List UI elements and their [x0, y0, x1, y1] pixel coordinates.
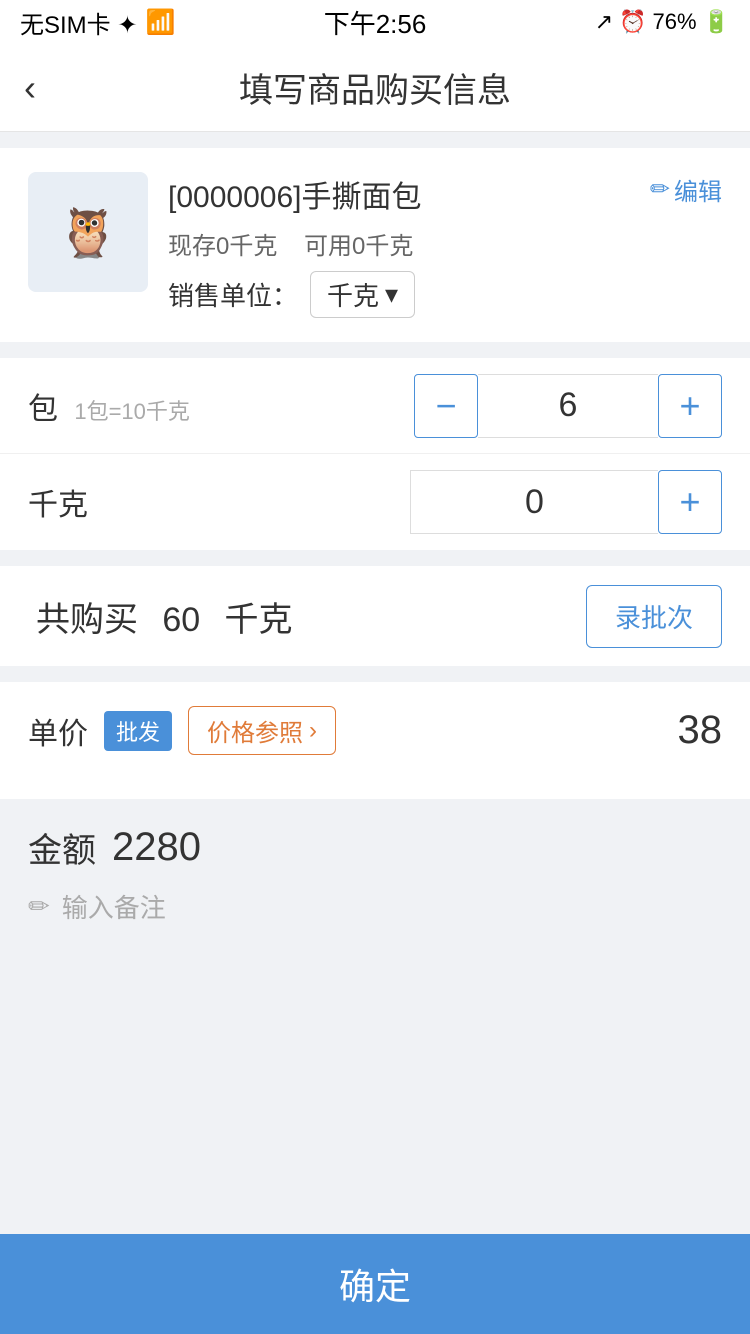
- product-name: [0000006]手撕面包: [168, 172, 722, 216]
- confirm-button-label: 确定: [339, 1258, 411, 1310]
- kg-stepper: +: [410, 470, 722, 534]
- bao-label: 包 1包=10千克: [28, 384, 228, 428]
- status-time: 下午2:56: [324, 4, 427, 41]
- product-unit-row: 销售单位： 千克 ▾: [168, 271, 722, 318]
- battery-icon: 🔋: [703, 9, 730, 35]
- bao-stepper: − +: [414, 374, 722, 438]
- price-label: 单价: [28, 709, 88, 753]
- kg-plus-button[interactable]: +: [658, 470, 722, 534]
- status-right: ↗ ⏰ 76% 🔋: [595, 9, 730, 35]
- summary-text: 共购买 60 千克: [28, 592, 301, 641]
- back-button[interactable]: ‹: [24, 67, 36, 109]
- remark-placeholder: 输入备注: [62, 888, 166, 925]
- nav-bar: ‹ 填写商品购买信息: [0, 44, 750, 132]
- page-title: 填写商品购买信息: [239, 63, 511, 112]
- carrier-text: 无SIM卡 ✦: [20, 5, 137, 40]
- pencil-icon: ✏: [28, 891, 50, 922]
- product-stock: 现存0千克 可用0千克: [168, 226, 722, 261]
- kg-input-row: 千克 +: [0, 454, 750, 550]
- bao-minus-button[interactable]: −: [414, 374, 478, 438]
- price-section: 单价 批发 价格参照 › 38: [0, 682, 750, 799]
- amount-row: 金额 2280: [28, 823, 722, 872]
- summary-section: 共购买 60 千克 录批次: [0, 566, 750, 666]
- bao-input-row: 包 1包=10千克 − +: [0, 358, 750, 454]
- bao-quantity-input[interactable]: [478, 374, 658, 438]
- price-ref-arrow-icon: ›: [309, 717, 317, 745]
- unit-selector[interactable]: 千克 ▾: [310, 271, 415, 318]
- alarm-icon: ⏰: [619, 9, 646, 35]
- edit-button[interactable]: ✏ 编辑: [650, 172, 722, 207]
- battery-text: 76%: [653, 9, 697, 35]
- amount-value: 2280: [112, 825, 201, 870]
- edit-icon: ✏: [650, 175, 670, 204]
- input-section: 包 1包=10千克 − + 千克 +: [0, 358, 750, 550]
- wifi-icon: 📶: [145, 8, 175, 37]
- product-card: 🦉 [0000006]手撕面包 现存0千克 可用0千克 销售单位： 千克 ▾ ✏…: [0, 148, 750, 342]
- remark-row[interactable]: ✏ 输入备注: [28, 888, 722, 945]
- status-left: 无SIM卡 ✦ 📶: [20, 5, 175, 40]
- price-row: 单价 批发 价格参照 › 38: [28, 706, 722, 755]
- bao-plus-button[interactable]: +: [658, 374, 722, 438]
- confirm-button[interactable]: 确定: [0, 1234, 750, 1334]
- price-type-tag: 批发: [104, 711, 172, 751]
- product-thumbnail: 🦉: [28, 172, 148, 292]
- price-reference-button[interactable]: 价格参照 ›: [188, 706, 336, 755]
- status-bar: 无SIM卡 ✦ 📶 下午2:56 ↗ ⏰ 76% 🔋: [0, 0, 750, 44]
- bao-hint: 1包=10千克: [74, 399, 190, 424]
- dropdown-arrow-icon: ▾: [385, 279, 398, 310]
- kg-label: 千克: [28, 480, 228, 524]
- price-value: 38: [678, 708, 723, 753]
- product-info: [0000006]手撕面包 现存0千克 可用0千克 销售单位： 千克 ▾: [168, 172, 722, 318]
- batch-button[interactable]: 录批次: [586, 585, 722, 648]
- kg-quantity-input[interactable]: [410, 470, 658, 534]
- amount-label: 金额: [28, 823, 96, 872]
- location-icon: ↗: [595, 9, 613, 35]
- amount-section: 金额 2280 ✏ 输入备注: [0, 799, 750, 945]
